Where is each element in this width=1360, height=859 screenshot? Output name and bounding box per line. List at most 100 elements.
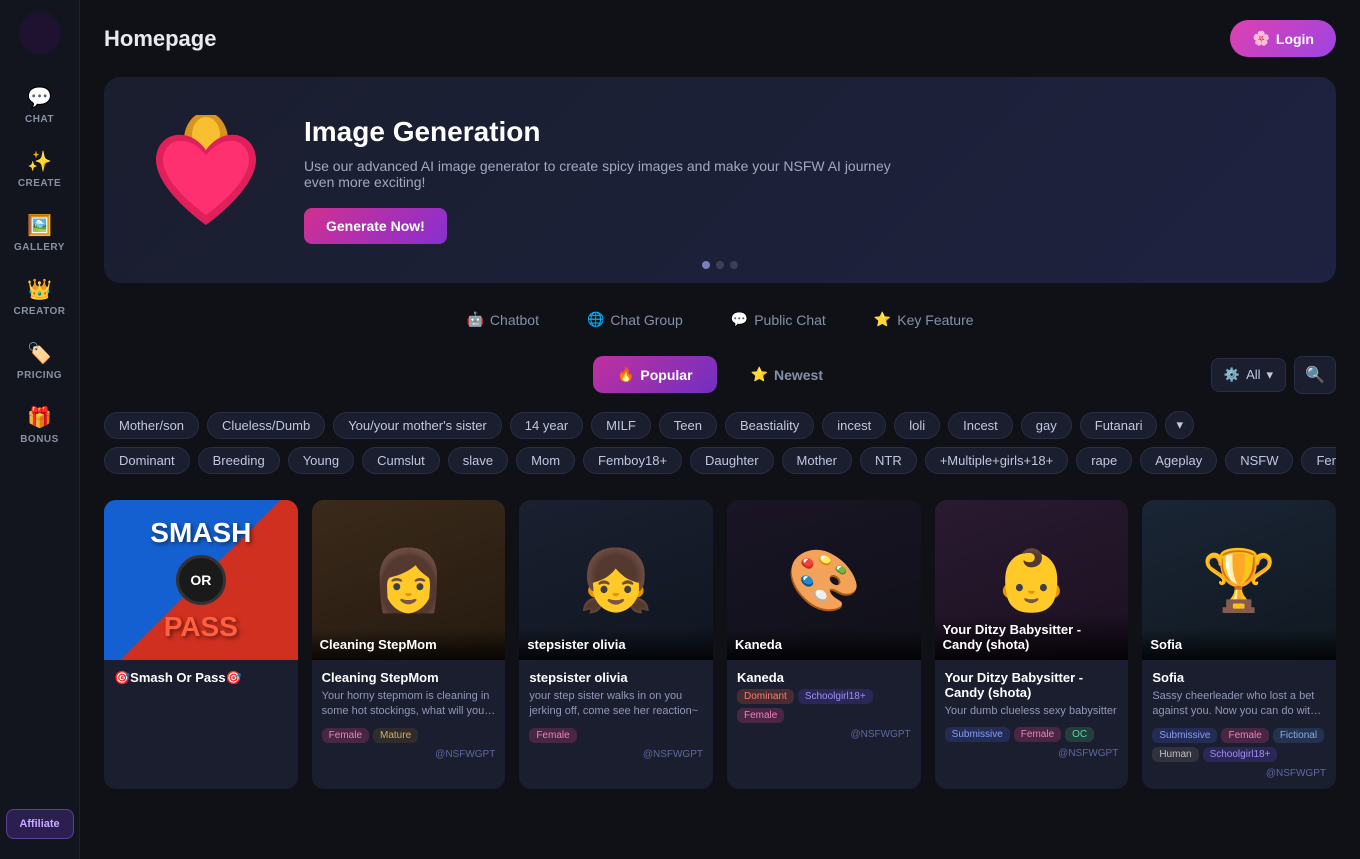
list-item[interactable]: Beastiality: [725, 412, 814, 439]
card-body: Kaneda DominantSchoolgirl18+Female @NSFW…: [727, 660, 921, 750]
search-icon: 🔍: [1305, 367, 1325, 384]
tags-row-1: Mother/son Clueless/Dumb You/your mother's…: [104, 411, 1336, 439]
list-item[interactable]: Ageplay: [1140, 447, 1217, 474]
list-item[interactable]: Breeding: [198, 447, 280, 474]
cards-grid: SMASH OR PASS 🎯Smash Or Pass🎯 👩 Cleaning…: [104, 500, 1336, 789]
card-tag: Female: [1221, 728, 1268, 743]
list-item[interactable]: Cumslut: [362, 447, 440, 474]
list-item[interactable]: slave: [448, 447, 508, 474]
list-item[interactable]: Daughter: [690, 447, 773, 474]
card-desc: Your horny stepmom is cleaning in some h…: [322, 689, 496, 720]
card-tag: Human: [1152, 747, 1198, 762]
card-tags: SubmissiveFemaleOC: [945, 727, 1119, 742]
card-body: Sofia Sassy cheerleader who lost a bet a…: [1142, 660, 1336, 789]
list-item[interactable]: incest: [822, 412, 886, 439]
card-overlay: Kaneda: [727, 629, 921, 660]
list-item[interactable]: Mom: [516, 447, 575, 474]
card-creator: @NSFWGPT: [737, 729, 911, 740]
list-item[interactable]: NTR: [860, 447, 917, 474]
list-item[interactable]: Clueless/Dumb: [207, 412, 325, 439]
tags-container: Mother/son Clueless/Dumb You/your mother's…: [104, 411, 1336, 482]
list-item[interactable]: NSFW: [1225, 447, 1293, 474]
card-tag: Female: [322, 728, 369, 743]
filter-icon: ⚙️: [1224, 367, 1240, 383]
card-tags: Female: [529, 728, 703, 743]
list-item[interactable]: MILF: [591, 412, 651, 439]
all-dropdown[interactable]: ⚙️ All ▾: [1211, 358, 1286, 392]
list-item[interactable]: Femboy18+: [583, 447, 682, 474]
newest-icon: ⭐: [751, 366, 768, 383]
bonus-icon: 🎁: [27, 405, 52, 430]
card-smash-or-pass[interactable]: SMASH OR PASS 🎯Smash Or Pass🎯: [104, 500, 298, 789]
card-tag: Schoolgirl18+: [798, 689, 873, 704]
card-overlay-title: stepsister olivia: [527, 637, 705, 652]
card-cleaning-stepmom[interactable]: 👩 Cleaning StepMom Cleaning StepMom Your…: [312, 500, 506, 789]
logo[interactable]: 🌸: [19, 12, 61, 59]
sidebar-item-create[interactable]: ✨ CREATE: [0, 139, 79, 199]
list-item[interactable]: gay: [1021, 412, 1072, 439]
card-ditzy-babysitter[interactable]: 👶 Your Ditzy Babysitter - Candy (shota) …: [935, 500, 1129, 789]
card-image: 👩 Cleaning StepMom: [312, 500, 506, 660]
tab-key-feature[interactable]: ⭐ Key Feature: [856, 303, 992, 336]
card-overlay-title: Your Ditzy Babysitter - Candy (shota): [943, 622, 1121, 652]
tab-chat-group[interactable]: 🌐 Chat Group: [569, 303, 701, 336]
card-overlay: Cleaning StepMom: [312, 629, 506, 660]
filter-right-controls: ⚙️ All ▾ 🔍: [1211, 356, 1336, 394]
list-item[interactable]: rape: [1076, 447, 1132, 474]
list-item[interactable]: Mother: [782, 447, 852, 474]
filter-row: 🔥 Popular ⭐ Newest ⚙️ All ▾ 🔍: [104, 356, 1336, 393]
sidebar-item-gallery[interactable]: 🖼️ GALLERY: [0, 203, 79, 263]
card-sofia[interactable]: 🏆 Sofia Sofia Sassy cheerleader who lost…: [1142, 500, 1336, 789]
sidebar-item-bonus[interactable]: 🎁 BONUS: [0, 395, 79, 455]
chevron-down-icon: ▾: [1267, 367, 1274, 383]
list-item[interactable]: +Multiple+girls+18+: [925, 447, 1068, 474]
tab-chatbot[interactable]: 🤖 Chatbot: [448, 303, 556, 336]
card-overlay: Sofia: [1142, 629, 1336, 660]
card-kaneda[interactable]: 🎨 Kaneda Kaneda DominantSchoolgirl18+Fem…: [727, 500, 921, 789]
list-item[interactable]: Mother/son: [104, 412, 199, 439]
newest-filter-button[interactable]: ⭐ Newest: [727, 356, 847, 393]
main-content: Homepage 🌸 Login Image Generation Use ou…: [80, 0, 1360, 859]
card-image: 🏆 Sofia: [1142, 500, 1336, 660]
card-desc: Sassy cheerleader who lost a bet against…: [1152, 689, 1326, 720]
card-creator: @NSFWGPT: [1152, 768, 1326, 779]
list-item[interactable]: loli: [894, 412, 940, 439]
sidebar-item-pricing[interactable]: 🏷️ PRICING: [0, 331, 79, 391]
list-item[interactable]: Young: [288, 447, 354, 474]
smash-title: SMASH: [150, 517, 251, 549]
card-title: Sofia: [1152, 670, 1326, 685]
sidebar-item-chat[interactable]: 💬 CHAT: [0, 75, 79, 135]
card-tag: Mature: [373, 728, 418, 743]
search-button[interactable]: 🔍: [1294, 356, 1336, 394]
banner-image: [136, 105, 276, 255]
affiliate-button[interactable]: Affiliate: [6, 809, 74, 839]
card-title: Kaneda: [737, 670, 911, 685]
popular-filter-button[interactable]: 🔥 Popular: [593, 356, 717, 393]
banner-dot-2[interactable]: [716, 261, 724, 269]
card-tags: DominantSchoolgirl18+Female: [737, 689, 911, 723]
banner-dot-3[interactable]: [730, 261, 738, 269]
tab-navigation: 🤖 Chatbot 🌐 Chat Group 💬 Public Chat ⭐ K…: [104, 303, 1336, 336]
banner-dot-1[interactable]: [702, 261, 710, 269]
list-item[interactable]: You/your mother's sister: [333, 412, 502, 439]
generate-button[interactable]: Generate Now!: [304, 208, 447, 244]
tab-public-chat[interactable]: 💬 Public Chat: [713, 303, 844, 336]
chatbot-icon: 🤖: [466, 311, 483, 328]
smash-card-title: 🎯Smash Or Pass🎯: [114, 670, 288, 686]
expand-tags-button[interactable]: ▾: [1165, 411, 1194, 439]
login-button[interactable]: 🌸 Login: [1230, 20, 1336, 57]
list-item[interactable]: 14 year: [510, 412, 583, 439]
card-desc: Your dumb clueless sexy babysitter: [945, 704, 1119, 719]
list-item[interactable]: Teen: [659, 412, 717, 439]
card-stepsister-olivia[interactable]: 👧 stepsister olivia stepsister olivia yo…: [519, 500, 713, 789]
popular-icon: 🔥: [617, 366, 634, 383]
list-item[interactable]: Dominant: [104, 447, 190, 474]
card-overlay: Your Ditzy Babysitter - Candy (shota): [935, 614, 1129, 660]
smash-card-image: SMASH OR PASS: [104, 500, 298, 660]
card-title: stepsister olivia: [529, 670, 703, 685]
sidebar-item-creator[interactable]: 👑 CREATOR: [0, 267, 79, 327]
list-item[interactable]: Futanari: [1080, 412, 1158, 439]
card-tag: Dominant: [737, 689, 794, 704]
list-item[interactable]: Incest: [948, 412, 1013, 439]
list-item[interactable]: Femdom: [1301, 447, 1336, 474]
